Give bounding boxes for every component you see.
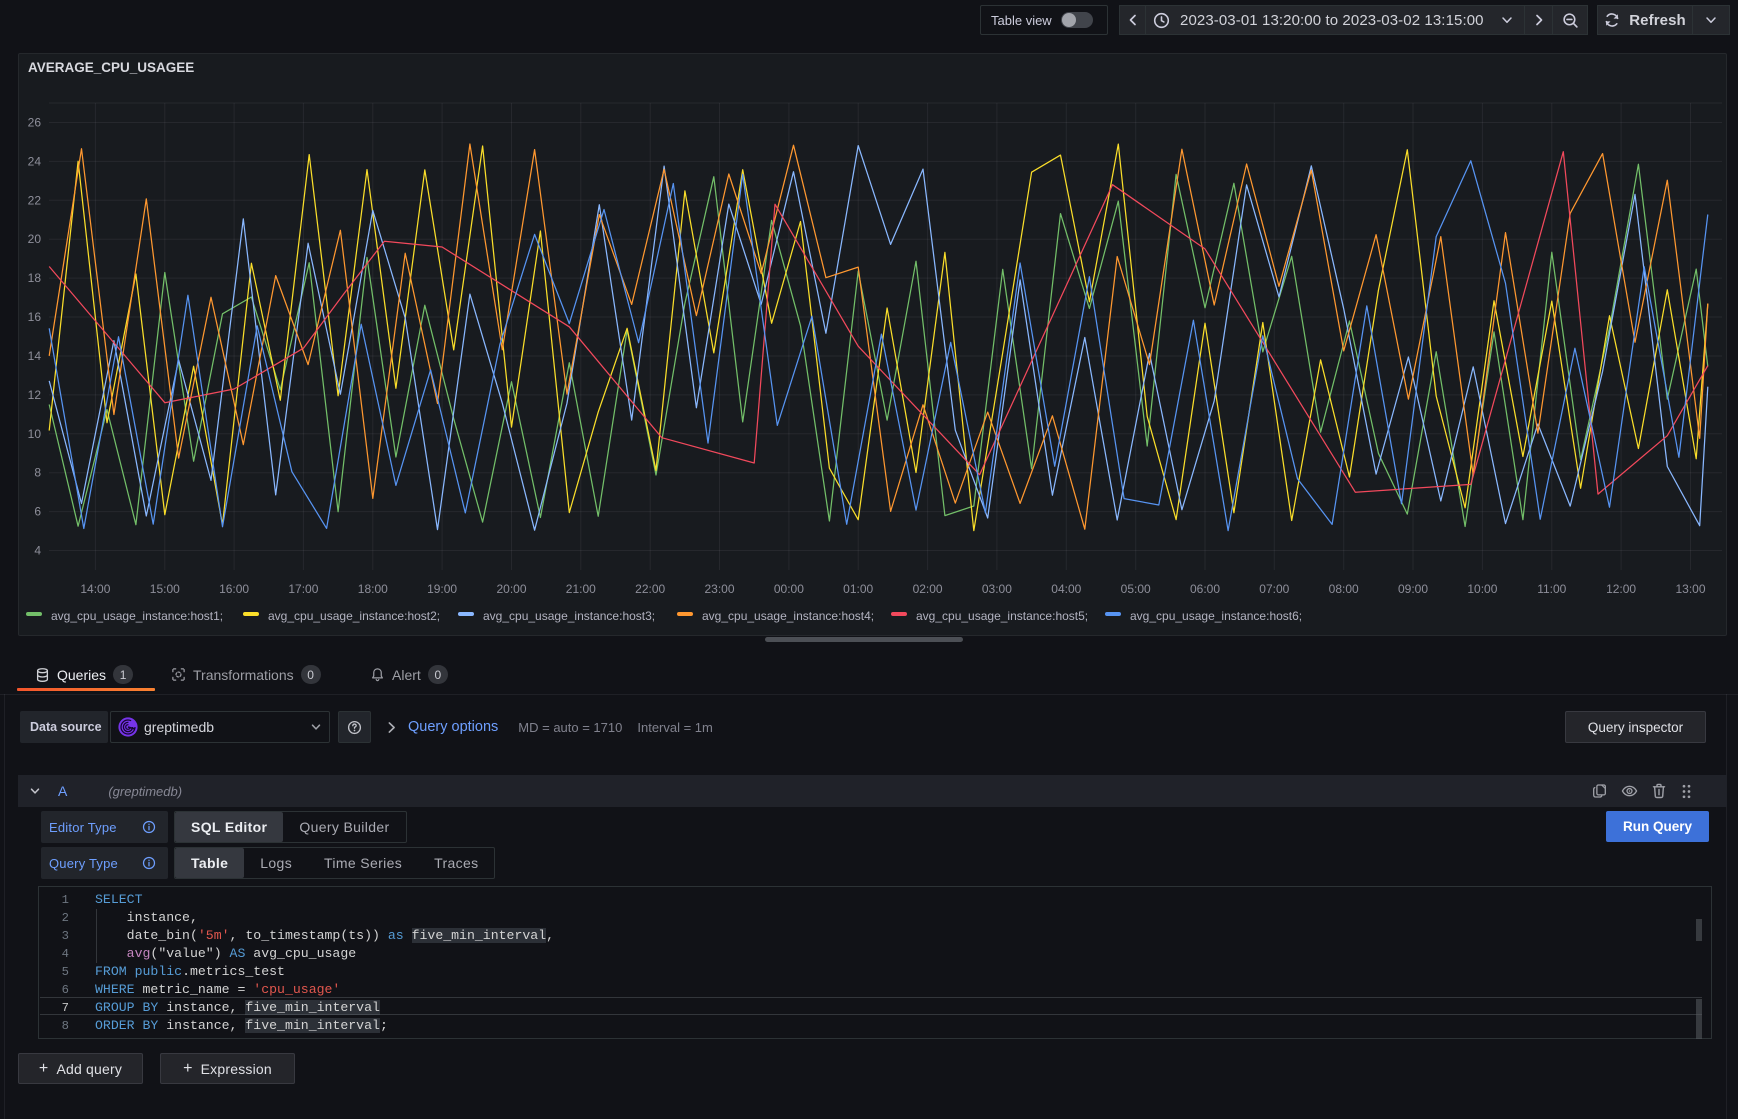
svg-text:4: 4 (34, 544, 41, 558)
svg-text:05:00: 05:00 (1121, 582, 1151, 596)
svg-text:01:00: 01:00 (843, 582, 873, 596)
svg-text:12: 12 (28, 388, 42, 402)
svg-text:14:00: 14:00 (80, 582, 110, 596)
svg-text:20: 20 (28, 232, 42, 246)
svg-text:21:00: 21:00 (566, 582, 596, 596)
svg-text:avg_cpu_usage_instance:host5;: avg_cpu_usage_instance:host5; (916, 609, 1088, 623)
svg-text:20:00: 20:00 (496, 582, 526, 596)
svg-text:03:00: 03:00 (982, 582, 1012, 596)
svg-text:23:00: 23:00 (704, 582, 734, 596)
svg-text:02:00: 02:00 (913, 582, 943, 596)
svg-text:06:00: 06:00 (1190, 582, 1220, 596)
svg-text:8: 8 (34, 466, 41, 480)
svg-text:avg_cpu_usage_instance:host2;: avg_cpu_usage_instance:host2; (268, 609, 440, 623)
svg-text:22: 22 (28, 193, 42, 207)
svg-text:22:00: 22:00 (635, 582, 665, 596)
svg-text:18:00: 18:00 (358, 582, 388, 596)
svg-text:avg_cpu_usage_instance:host6;: avg_cpu_usage_instance:host6; (1130, 609, 1302, 623)
svg-text:18: 18 (28, 271, 42, 285)
svg-text:avg_cpu_usage_instance:host1;: avg_cpu_usage_instance:host1; (51, 609, 223, 623)
svg-text:16: 16 (28, 310, 42, 324)
svg-text:26: 26 (28, 116, 42, 130)
svg-text:19:00: 19:00 (427, 582, 457, 596)
svg-text:6: 6 (34, 505, 41, 519)
svg-text:avg_cpu_usage_instance:host4;: avg_cpu_usage_instance:host4; (702, 609, 874, 623)
svg-text:11:00: 11:00 (1537, 582, 1566, 596)
svg-text:13:00: 13:00 (1675, 582, 1705, 596)
svg-text:04:00: 04:00 (1051, 582, 1081, 596)
svg-text:16:00: 16:00 (219, 582, 249, 596)
svg-text:15:00: 15:00 (150, 582, 180, 596)
svg-text:10:00: 10:00 (1467, 582, 1497, 596)
svg-text:avg_cpu_usage_instance:host3;: avg_cpu_usage_instance:host3; (483, 609, 655, 623)
svg-text:17:00: 17:00 (288, 582, 318, 596)
svg-text:12:00: 12:00 (1606, 582, 1636, 596)
svg-text:14: 14 (28, 349, 42, 363)
svg-text:08:00: 08:00 (1329, 582, 1359, 596)
svg-text:00:00: 00:00 (774, 582, 804, 596)
svg-text:10: 10 (28, 427, 42, 441)
svg-text:07:00: 07:00 (1259, 582, 1289, 596)
svg-text:24: 24 (28, 154, 42, 168)
svg-text:09:00: 09:00 (1398, 582, 1428, 596)
